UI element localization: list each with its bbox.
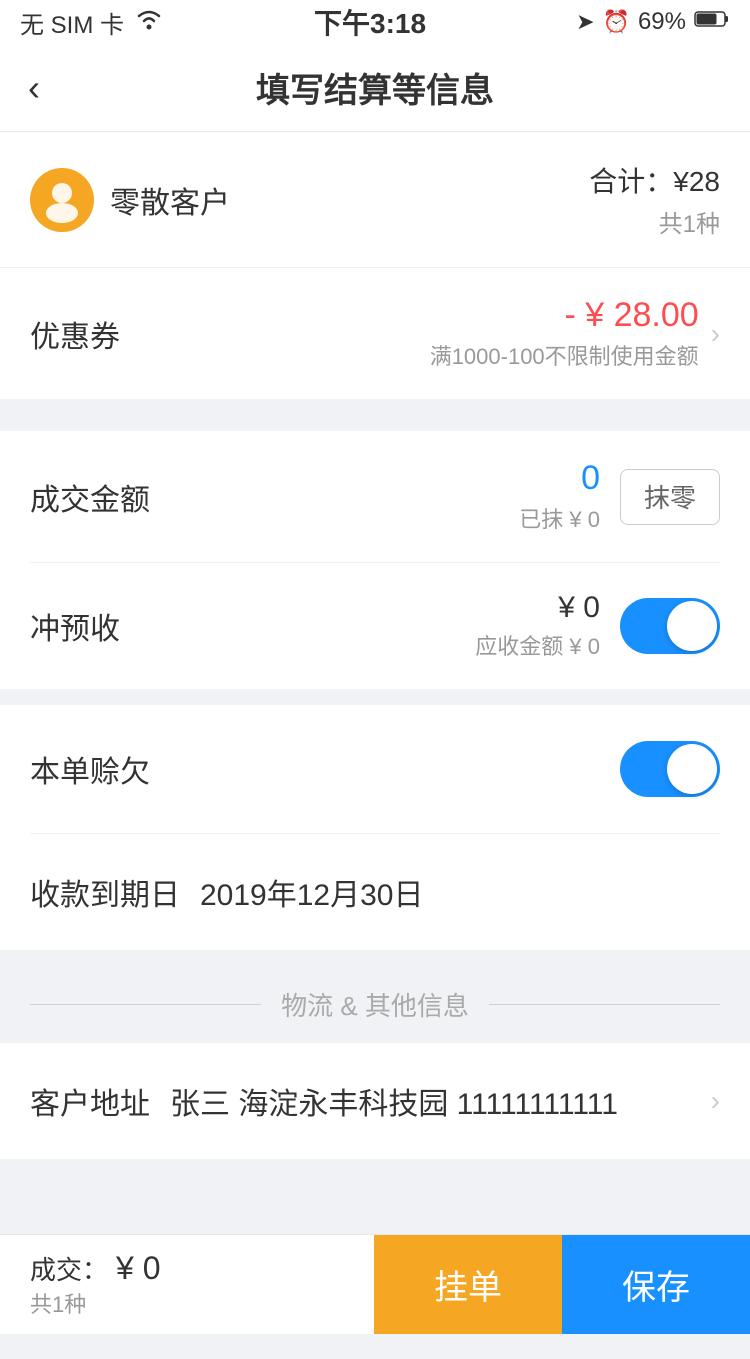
prepaid-sub: 应收金额 ¥ 0 [475, 629, 600, 661]
bottom-deal-label: 成交： [30, 1250, 108, 1287]
location-icon: ➤ [576, 9, 594, 35]
coupon-label: 优惠券 [30, 312, 120, 356]
bottom-info: 成交： ¥ 0 共1种 [0, 1235, 374, 1334]
chevron-right-icon: › [711, 318, 720, 350]
coupon-row[interactable]: 优惠券 - ¥ 28.00 满1000-100不限制使用金额 › [0, 267, 750, 399]
prepaid-right: ¥ 0 应收金额 ¥ 0 [475, 591, 720, 661]
status-time: 下午3:18 [314, 2, 426, 42]
customer-left: 零散客户 [30, 168, 230, 232]
divider-line-left [30, 1004, 261, 1005]
logistics-label: 物流 & 其他信息 [281, 986, 469, 1023]
battery-icon [694, 8, 730, 36]
bottom-count: 共1种 [30, 1287, 344, 1319]
prepaid-value: ¥ 0 [475, 591, 600, 625]
prepaid-row: 冲预收 ¥ 0 应收金额 ¥ 0 [30, 563, 720, 689]
address-label: 客户地址 [30, 1079, 150, 1123]
total-count: 共1种 [589, 204, 720, 239]
section-divider-1 [0, 415, 750, 431]
coupon-right: - ¥ 28.00 满1000-100不限制使用金额 › [430, 296, 720, 371]
save-button-label: 保存 [622, 1260, 690, 1309]
round-zero-button[interactable]: 抹零 [620, 469, 720, 525]
no-sim-text: 无 SIM 卡 [20, 5, 124, 40]
amount-row: 成交金额 0 已抹 ¥ 0 抹零 [30, 431, 720, 563]
debt-label: 本单赊欠 [30, 747, 150, 791]
hold-button-label: 挂单 [434, 1260, 502, 1309]
due-date-row: 收款到期日 2019年12月30日 [30, 834, 720, 950]
address-value: 张三 海淀永丰科技园 11111111111 [170, 1079, 711, 1123]
customer-name: 零散客户 [110, 178, 230, 222]
address-row[interactable]: 客户地址 张三 海淀永丰科技园 11111111111 › [30, 1043, 720, 1159]
amount-value: 0 [519, 459, 600, 498]
status-left: 无 SIM 卡 [20, 5, 164, 40]
customer-section: 零散客户 合计：¥28 共1种 优惠券 - ¥ 28.00 满1000-100不… [0, 132, 750, 399]
section-divider-2 [0, 689, 750, 705]
prepaid-value-wrap: ¥ 0 应收金额 ¥ 0 [475, 591, 600, 661]
debt-toggle[interactable] [620, 741, 720, 797]
status-right: ➤ ⏰ 69% [576, 8, 730, 36]
total-amount: 合计：¥28 [589, 160, 720, 200]
coupon-desc: 满1000-100不限制使用金额 [430, 339, 699, 371]
wifi-icon [134, 8, 164, 37]
battery-text: 69% [638, 8, 686, 36]
hold-button[interactable]: 挂单 [374, 1235, 562, 1334]
amount-value-wrap: 0 已抹 ¥ 0 [519, 459, 600, 534]
nav-bar: ‹ 填写结算等信息 [0, 44, 750, 132]
avatar [30, 168, 94, 232]
amount-section: 成交金额 0 已抹 ¥ 0 抹零 冲预收 ¥ 0 应收金额 ¥ 0 [0, 431, 750, 689]
status-bar: 无 SIM 卡 下午3:18 ➤ ⏰ 69% [0, 0, 750, 44]
debt-toggle-knob [667, 744, 717, 794]
address-section: 客户地址 张三 海淀永丰科技园 11111111111 › [0, 1043, 750, 1159]
toggle-knob [667, 601, 717, 651]
debt-section: 本单赊欠 收款到期日 2019年12月30日 [0, 705, 750, 950]
debt-row: 本单赊欠 [30, 705, 720, 834]
due-date-value: 2019年12月30日 [200, 870, 423, 914]
address-chevron-icon: › [711, 1085, 720, 1117]
amount-label: 成交金额 [30, 475, 150, 519]
coupon-info: - ¥ 28.00 满1000-100不限制使用金额 [430, 296, 699, 371]
page-title: 填写结算等信息 [256, 63, 494, 112]
coupon-discount: - ¥ 28.00 [430, 296, 699, 335]
customer-row: 零散客户 合计：¥28 共1种 [0, 132, 750, 267]
customer-total: 合计：¥28 共1种 [589, 160, 720, 239]
due-date-label: 收款到期日 [30, 870, 180, 914]
amount-sub: 已抹 ¥ 0 [519, 502, 600, 534]
divider-line-right [489, 1004, 720, 1005]
bottom-bar: 成交： ¥ 0 共1种 挂单 保存 [0, 1234, 750, 1334]
alarm-icon: ⏰ [603, 9, 630, 35]
back-button[interactable]: ‹ [28, 67, 40, 109]
amount-right: 0 已抹 ¥ 0 抹零 [519, 459, 720, 534]
prepaid-toggle[interactable] [620, 598, 720, 654]
save-button[interactable]: 保存 [562, 1235, 750, 1334]
prepaid-label: 冲预收 [30, 604, 120, 648]
bottom-deal-amount: ¥ 0 [116, 1250, 160, 1287]
logistics-divider: 物流 & 其他信息 [0, 966, 750, 1043]
